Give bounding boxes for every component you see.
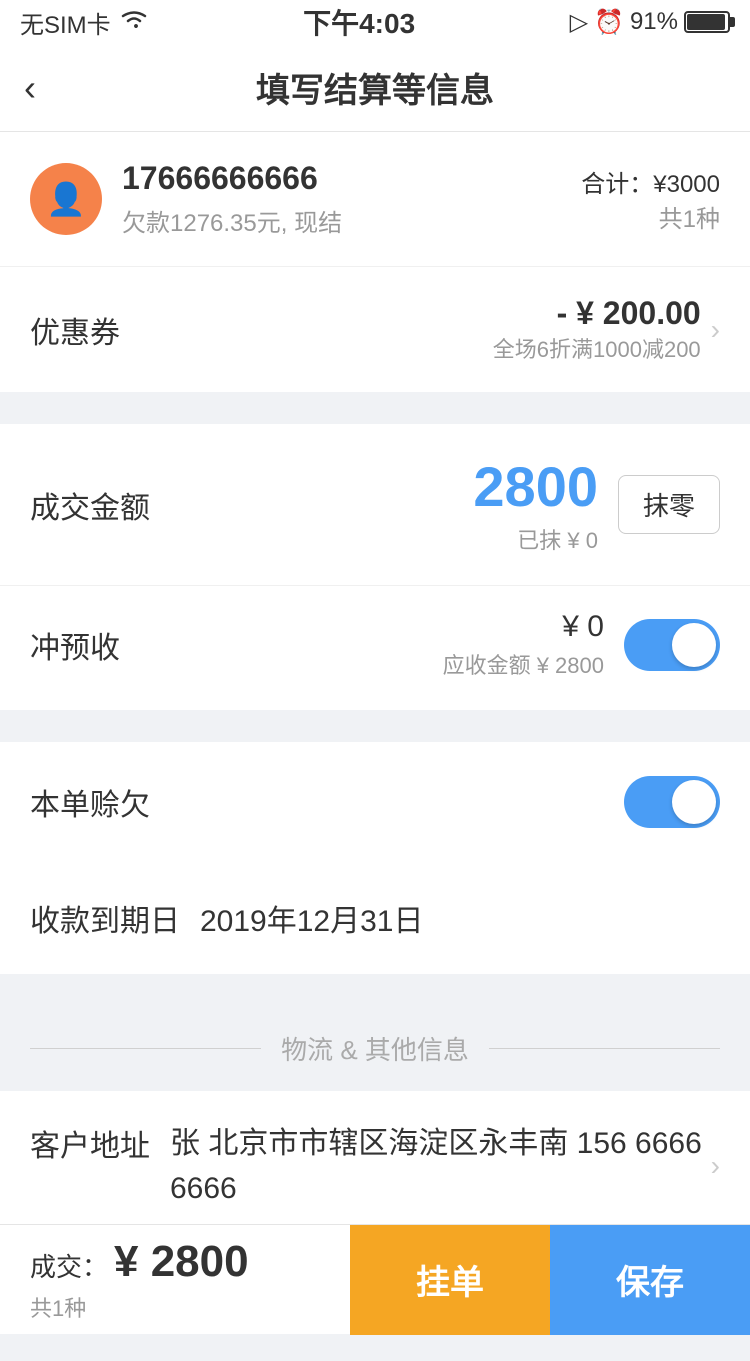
alarm-icon: ⏰: [594, 8, 624, 37]
logistics-label: 物流 & 其他信息: [281, 1030, 469, 1067]
customer-row: 👤 17666666666 欠款1276.35元, 现结 合计：¥3000 共1…: [0, 132, 750, 266]
divider-2: [0, 726, 750, 742]
back-button[interactable]: ‹: [24, 67, 36, 109]
battery-label: 91%: [630, 8, 678, 36]
total-label: 合计：¥3000: [581, 164, 720, 199]
content-area: 👤 17666666666 欠款1276.35元, 现结 合计：¥3000 共1…: [0, 132, 750, 1361]
customer-card: 👤 17666666666 欠款1276.35元, 现结 合计：¥3000 共1…: [0, 132, 750, 392]
deal-sub: 已抹 ¥ 0: [517, 523, 598, 555]
prepay-right: ¥ 0 应收金额 ¥ 2800: [443, 610, 720, 680]
nav-bar: ‹ 填写结算等信息: [0, 44, 750, 132]
avatar: 👤: [30, 163, 102, 235]
prepay-label: 冲预收: [30, 623, 120, 667]
coupon-desc: 全场6折满1000减200: [493, 332, 701, 364]
due-date-label: 收款到期日: [30, 896, 180, 940]
status-bar: 无SIM卡 下午4:03 ▷ ⏰ 91%: [0, 0, 750, 44]
status-time: 下午4:03: [303, 2, 415, 42]
due-date-row: 收款到期日 2019年12月31日: [0, 862, 750, 974]
location-icon: ▷: [570, 8, 588, 37]
deal-amount-row: 成交金额 2800 已抹 ¥ 0 抹零: [0, 424, 750, 586]
battery-icon: [684, 11, 730, 33]
page-title: 填写结算等信息: [256, 63, 494, 112]
hang-order-button[interactable]: 挂单: [350, 1225, 550, 1335]
carrier-label: 无SIM卡: [20, 5, 111, 40]
coupon-label: 优惠券: [30, 308, 120, 352]
coupon-row[interactable]: 优惠券 - ¥ 200.00 全场6折满1000减200 ›: [0, 266, 750, 392]
bottom-count: 共1种: [30, 1291, 320, 1323]
toggle-knob: [672, 623, 716, 667]
deal-amount-section: 成交金额 2800 已抹 ¥ 0 抹零 冲预收 ¥ 0 应收金额 ¥ 2800: [0, 424, 750, 710]
coupon-chevron-icon: ›: [711, 314, 720, 346]
wifi-icon: [119, 8, 149, 37]
deal-right: 2800 已抹 ¥ 0 抹零: [473, 454, 720, 555]
prepay-sub: 应收金额 ¥ 2800: [443, 648, 604, 680]
customer-phone: 17666666666: [122, 160, 342, 197]
coupon-info: - ¥ 200.00 全场6折满1000减200: [493, 295, 701, 364]
debit-row: 本单赊欠: [0, 742, 750, 862]
deal-amount-label: 成交金额: [30, 483, 150, 527]
avatar-icon: 👤: [46, 180, 86, 218]
customer-info: 17666666666 欠款1276.35元, 现结: [122, 160, 342, 238]
address-value: 张 北京市市辖区海淀区永丰南 156 6666 6666: [170, 1121, 711, 1211]
status-left: 无SIM卡: [20, 5, 149, 40]
logistics-separator: 物流 & 其他信息: [0, 1006, 750, 1091]
address-label: 客户地址: [30, 1121, 150, 1165]
prepay-toggle[interactable]: [624, 619, 720, 671]
customer-left: 👤 17666666666 欠款1276.35元, 现结: [30, 160, 342, 238]
divider-3: [0, 990, 750, 1006]
due-date-value: 2019年12月31日: [200, 896, 423, 940]
coupon-right: - ¥ 200.00 全场6折满1000减200 ›: [493, 295, 720, 364]
sep-line-right: [489, 1048, 720, 1049]
address-chevron-icon: ›: [711, 1150, 720, 1182]
bottom-summary: 成交： ¥ 2800 共1种: [0, 1237, 350, 1323]
customer-debt: 欠款1276.35元, 现结: [122, 203, 342, 238]
prepay-value: ¥ 0: [562, 610, 604, 644]
prepay-row: 冲预收 ¥ 0 应收金额 ¥ 2800: [0, 586, 750, 710]
save-button[interactable]: 保存: [550, 1225, 750, 1335]
deal-amount-value: 2800: [473, 454, 598, 519]
debit-toggle[interactable]: [624, 776, 720, 828]
round-zero-button[interactable]: 抹零: [618, 475, 720, 534]
status-right: ▷ ⏰ 91%: [570, 8, 730, 37]
total-count: 共1种: [581, 199, 720, 234]
debit-section: 本单赊欠 收款到期日 2019年12月31日: [0, 742, 750, 974]
bottom-deal-amount: ¥ 2800: [114, 1237, 249, 1287]
bottom-bar: 成交： ¥ 2800 共1种 挂单 保存: [0, 1224, 750, 1334]
address-row[interactable]: 客户地址 张 北京市市辖区海淀区永丰南 156 6666 6666 ›: [0, 1091, 750, 1241]
debit-toggle-knob: [672, 780, 716, 824]
sep-line-left: [30, 1048, 261, 1049]
deal-col: 2800 已抹 ¥ 0: [473, 454, 598, 555]
bottom-deal-label: 成交：: [30, 1247, 108, 1284]
divider-1: [0, 408, 750, 424]
prepay-col: ¥ 0 应收金额 ¥ 2800: [443, 610, 604, 680]
coupon-amount: - ¥ 200.00: [493, 295, 701, 332]
customer-right: 合计：¥3000 共1种: [581, 164, 720, 234]
debit-label: 本单赊欠: [30, 780, 150, 824]
